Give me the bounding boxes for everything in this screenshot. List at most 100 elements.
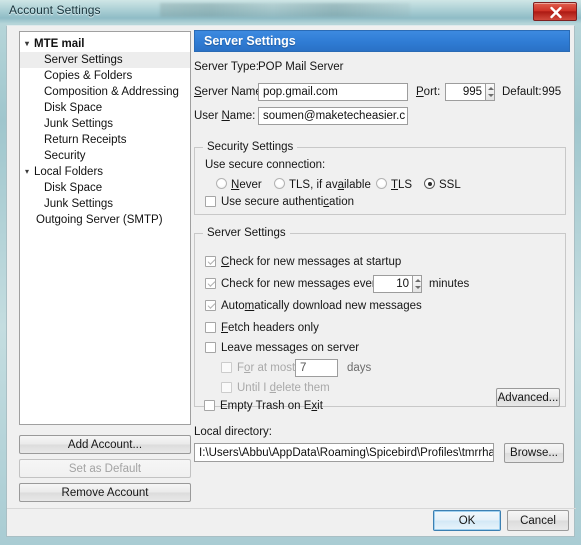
set-as-default-button: Set as Default <box>19 459 191 478</box>
sidebar-item-label: Outgoing Server (SMTP) <box>36 214 163 226</box>
sidebar-item-label: Server Settings <box>44 54 123 66</box>
sidebar-item-server-settings[interactable]: Server Settings <box>20 52 190 68</box>
radio-ssl[interactable] <box>424 178 435 189</box>
server-settings-group: Server Settings Check for new messages a… <box>194 227 566 407</box>
until-i-delete-them-checkbox <box>221 382 232 393</box>
port-default-label: Default: <box>502 86 542 98</box>
server-name-label: Server Name: <box>194 86 265 98</box>
user-name-input[interactable]: soumen@maketecheasier.c <box>258 107 408 125</box>
radio-tls-label: TLS <box>391 179 413 191</box>
advanced-button[interactable]: Advanced... <box>496 388 560 407</box>
sidebar-item-label: Return Receipts <box>44 134 127 146</box>
server-name-row: Server Name: pop.gmail.com Port: 995 Def… <box>194 83 570 104</box>
for-at-most-label: For at most <box>237 362 296 374</box>
spinner-down-icon <box>488 94 494 97</box>
cancel-button[interactable]: Cancel <box>507 510 569 531</box>
use-secure-authentication-label: Use secure authentication <box>221 196 354 208</box>
sidebar-item-return-receipts[interactable]: Return Receipts <box>20 132 190 148</box>
pane-title-banner: Server Settings <box>194 30 570 52</box>
check-every-checkbox[interactable] <box>205 278 216 289</box>
sidebar-item-composition-addressing[interactable]: Composition & Addressing <box>20 84 190 100</box>
spinner-up-icon <box>415 279 421 282</box>
radio-never-label: Never <box>231 179 262 191</box>
port-default-value: 995 <box>542 86 562 98</box>
title-bar: Account Settings <box>0 0 581 24</box>
sidebar-item-copies-folders[interactable]: Copies & Folders <box>20 68 190 84</box>
sidebar-item-junk-settings[interactable]: Junk Settings <box>20 116 190 132</box>
sidebar-item-label: MTE mail <box>34 38 85 50</box>
close-button[interactable] <box>533 2 577 21</box>
local-directory-input[interactable]: I:\Users\Abbu\AppData\Roaming\Spicebird\… <box>194 443 494 462</box>
port-spinner[interactable] <box>486 83 495 101</box>
sidebar-item-local-folders[interactable]: ▾ Local Folders <box>20 164 190 180</box>
for-at-most-suffix-label: days <box>347 362 372 374</box>
empty-trash-on-exit-label: Empty Trash on Exit <box>220 400 323 412</box>
server-name-input[interactable]: pop.gmail.com <box>258 83 408 101</box>
add-account-button[interactable]: Add Account... <box>19 435 191 454</box>
accounts-tree[interactable]: ▾ MTE mail Server Settings Copies & Folde… <box>19 31 191 425</box>
close-icon <box>550 6 562 19</box>
spinner-down-icon <box>415 286 421 289</box>
check-every-suffix-label: minutes <box>429 278 470 290</box>
server-type-value: POP Mail Server <box>258 61 344 73</box>
use-secure-authentication-checkbox[interactable] <box>205 196 216 207</box>
for-at-most-input: 7 <box>295 359 338 377</box>
fetch-headers-only-label: Fetch headers only <box>221 322 319 334</box>
security-settings-group: Security Settings Use secure connection:… <box>194 141 566 215</box>
sidebar-item-label: Disk Space <box>44 182 103 194</box>
port-input[interactable]: 995 <box>445 83 486 101</box>
server-type-row: Server Type: POP Mail Server <box>194 59 570 80</box>
footer-divider <box>7 508 576 509</box>
account-settings-window: Account Settings ▾ MTE mail Server Settin… <box>0 0 581 545</box>
sidebar-item-label: Composition & Addressing <box>44 86 179 98</box>
expand-collapse-icon[interactable]: ▾ <box>25 36 34 52</box>
dialog-body: ▾ MTE mail Server Settings Copies & Folde… <box>6 25 576 537</box>
sidebar-item-label: Copies & Folders <box>44 70 133 82</box>
until-i-delete-them-label: Until I delete them <box>237 382 330 394</box>
auto-download-checkbox[interactable] <box>205 300 216 311</box>
server-type-label: Server Type: <box>194 61 259 73</box>
check-every-input[interactable]: 10 <box>373 275 413 293</box>
local-directory-label: Local directory: <box>194 426 272 438</box>
sidebar-item-local-junk-settings[interactable]: Junk Settings <box>20 196 190 212</box>
sidebar-item-local-disk-space[interactable]: Disk Space <box>20 180 190 196</box>
radio-tls[interactable] <box>376 178 387 189</box>
server-settings-legend: Server Settings <box>203 227 290 239</box>
sidebar-item-label: Disk Space <box>44 102 103 114</box>
port-label: Port: <box>416 86 441 98</box>
sidebar-item-outgoing-server-smtp[interactable]: Outgoing Server (SMTP) <box>20 212 190 228</box>
user-name-row: User Name: soumen@maketecheasier.c <box>194 107 570 128</box>
window-title: Account Settings <box>9 3 101 17</box>
sidebar-item-label: Junk Settings <box>44 198 114 210</box>
radio-tls-if-available[interactable] <box>274 178 285 189</box>
check-every-label: Check for new messages every <box>221 278 382 290</box>
sidebar-item-label: Local Folders <box>34 166 104 178</box>
expand-collapse-icon[interactable]: ▾ <box>25 164 34 180</box>
browse-button[interactable]: Browse... <box>504 443 564 463</box>
for-at-most-checkbox <box>221 362 232 373</box>
use-secure-connection-label: Use secure connection: <box>205 159 326 171</box>
spinner-up-icon <box>488 87 494 90</box>
auto-download-label: Automatically download new messages <box>221 300 422 312</box>
ok-button[interactable]: OK <box>433 510 501 531</box>
sidebar-item-label: Junk Settings <box>44 118 114 130</box>
sidebar-item-security[interactable]: Security <box>20 148 190 164</box>
security-settings-legend: Security Settings <box>203 141 298 153</box>
title-bar-glass-reflection <box>160 3 410 17</box>
radio-tls-if-available-label: TLS, if available <box>289 179 371 191</box>
user-name-label: User Name: <box>194 110 256 122</box>
radio-ssl-label: SSL <box>439 179 461 191</box>
check-at-startup-label: Check for new messages at startup <box>221 256 402 268</box>
empty-trash-on-exit-checkbox[interactable] <box>204 400 215 411</box>
radio-never[interactable] <box>216 178 227 189</box>
sidebar-item-mte-mail[interactable]: ▾ MTE mail <box>20 36 190 52</box>
sidebar-item-disk-space[interactable]: Disk Space <box>20 100 190 116</box>
remove-account-button[interactable]: Remove Account <box>19 483 191 502</box>
check-every-spinner[interactable] <box>413 275 422 293</box>
server-settings-pane: Server Settings Server Type: POP Mail Se… <box>194 30 570 463</box>
leave-messages-on-server-label: Leave messages on server <box>221 342 360 354</box>
leave-messages-on-server-checkbox[interactable] <box>205 342 216 353</box>
fetch-headers-only-checkbox[interactable] <box>205 322 216 333</box>
sidebar-item-label: Security <box>44 150 86 162</box>
check-at-startup-checkbox[interactable] <box>205 256 216 267</box>
